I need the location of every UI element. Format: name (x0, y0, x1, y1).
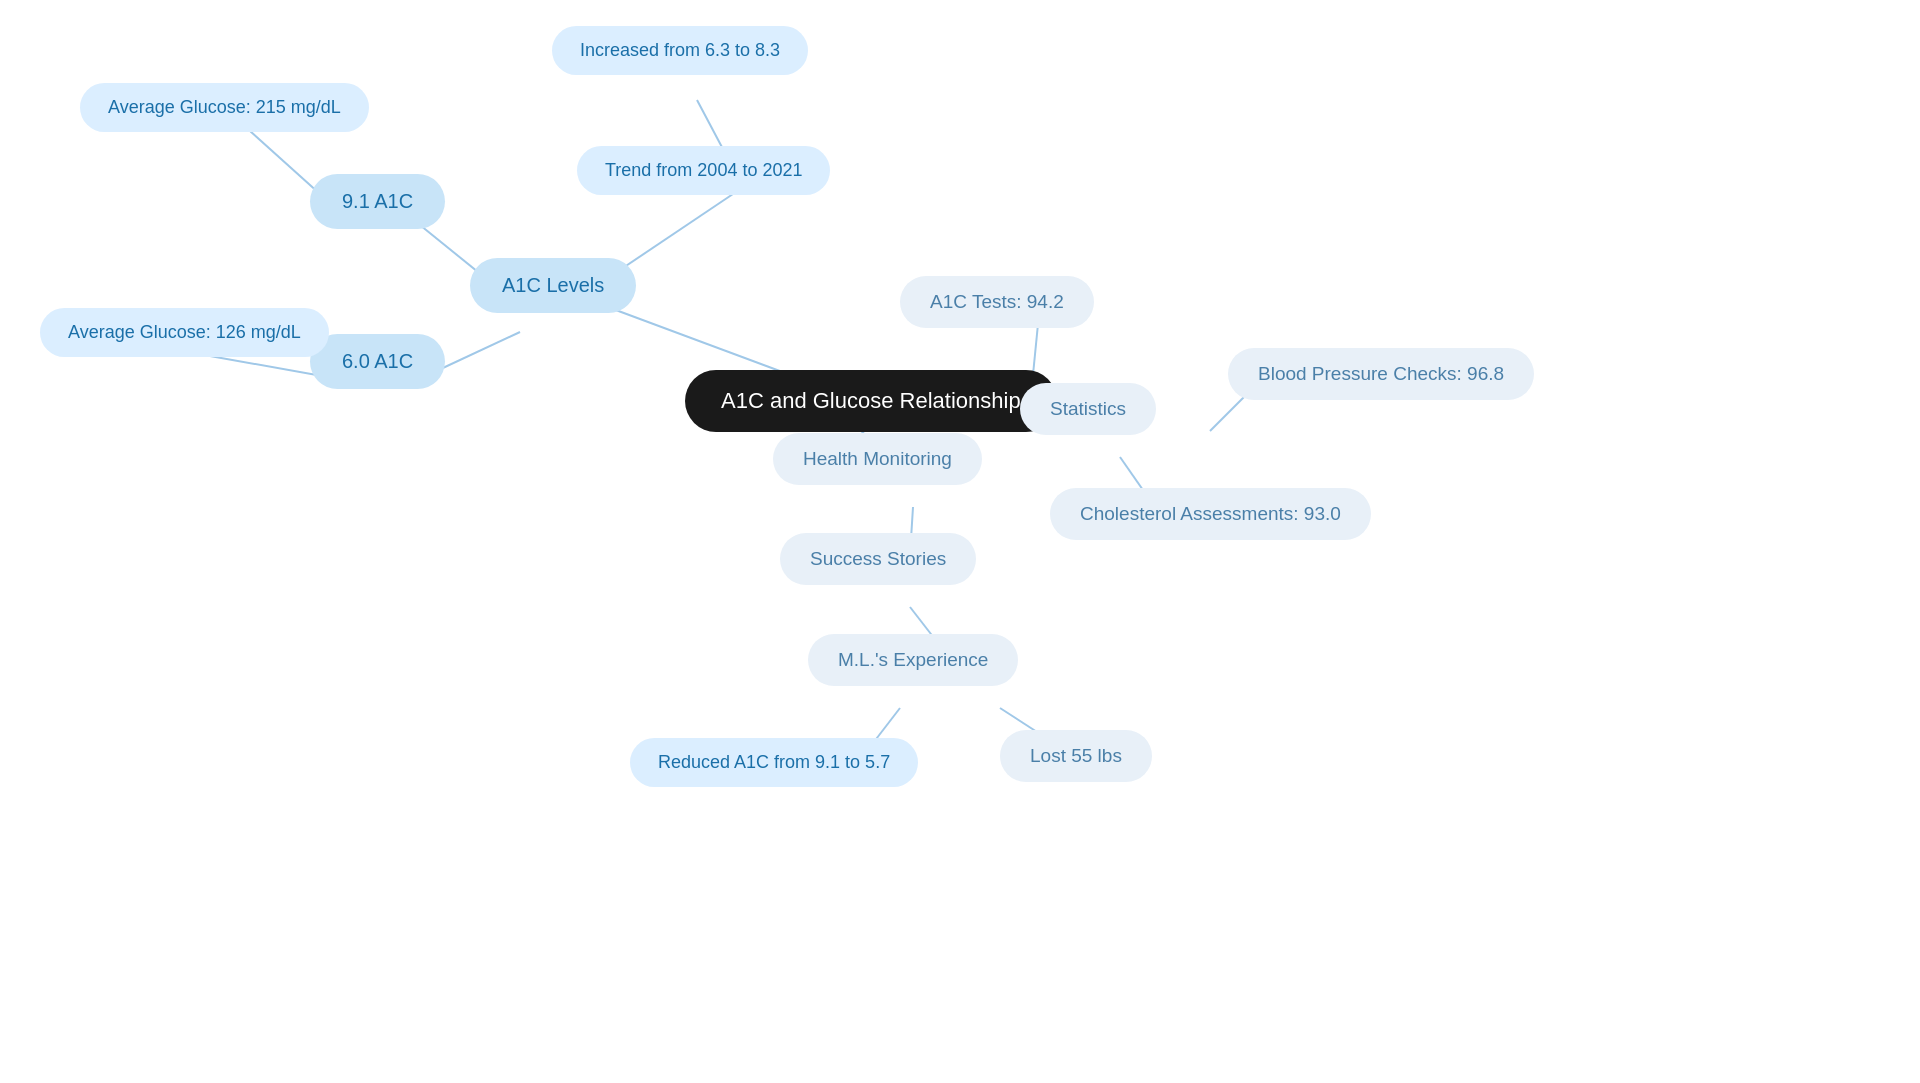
a1c-levels-node[interactable]: A1C Levels (470, 258, 636, 313)
statistics-node[interactable]: Statistics (1020, 383, 1156, 435)
a1c-tests-node[interactable]: A1C Tests: 94.2 (900, 276, 1094, 328)
increased-node[interactable]: Increased from 6.3 to 8.3 (552, 26, 808, 75)
ml-experience-node[interactable]: M.L.'s Experience (808, 634, 1018, 686)
blood-pressure-node[interactable]: Blood Pressure Checks: 96.8 (1228, 348, 1534, 400)
reduced-a1c-node[interactable]: Reduced A1C from 9.1 to 5.7 (630, 738, 918, 787)
a1c-6-0-node[interactable]: 6.0 A1C (310, 334, 445, 389)
avg-glucose-126-node[interactable]: Average Glucose: 126 mg/dL (40, 308, 329, 357)
success-stories-node[interactable]: Success Stories (780, 533, 976, 585)
avg-glucose-215-node[interactable]: Average Glucose: 215 mg/dL (80, 83, 369, 132)
lost-55-lbs-node[interactable]: Lost 55 lbs (1000, 730, 1152, 782)
center-node[interactable]: A1C and Glucose Relationship (685, 370, 1057, 432)
a1c-9-1-node[interactable]: 9.1 A1C (310, 174, 445, 229)
cholesterol-node[interactable]: Cholesterol Assessments: 93.0 (1050, 488, 1371, 540)
svg-line-10 (1210, 396, 1245, 431)
trend-node[interactable]: Trend from 2004 to 2021 (577, 146, 830, 195)
health-monitoring-node[interactable]: Health Monitoring (773, 433, 982, 485)
